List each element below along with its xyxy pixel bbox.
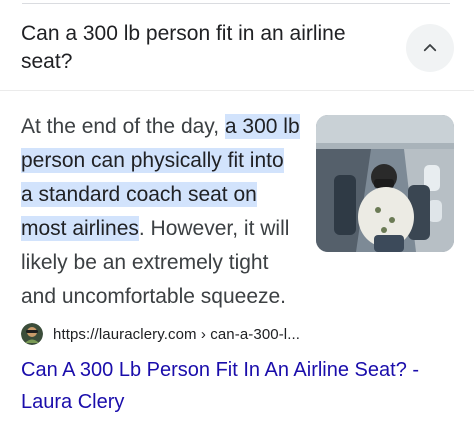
answer-snippet: At the end of the day, a 300 lb person c… <box>21 110 301 314</box>
source-row[interactable]: https://lauraclery.com › can-a-300-l... <box>21 320 300 348</box>
chevron-up-icon <box>423 44 437 52</box>
collapse-button[interactable] <box>406 24 454 72</box>
question-title[interactable]: Can a 300 lb person fit in an airline se… <box>21 20 381 76</box>
result-title-link[interactable]: Can A 300 Lb Person Fit In An Airline Se… <box>21 354 461 418</box>
question-row[interactable]: Can a 300 lb person fit in an airline se… <box>0 0 474 90</box>
site-favicon-icon <box>21 323 43 345</box>
row-divider <box>0 90 474 91</box>
answer-thumbnail-image[interactable] <box>316 115 454 252</box>
answer-lead: At the end of the day, <box>21 115 225 138</box>
source-url[interactable]: https://lauraclery.com › can-a-300-l... <box>53 326 300 343</box>
